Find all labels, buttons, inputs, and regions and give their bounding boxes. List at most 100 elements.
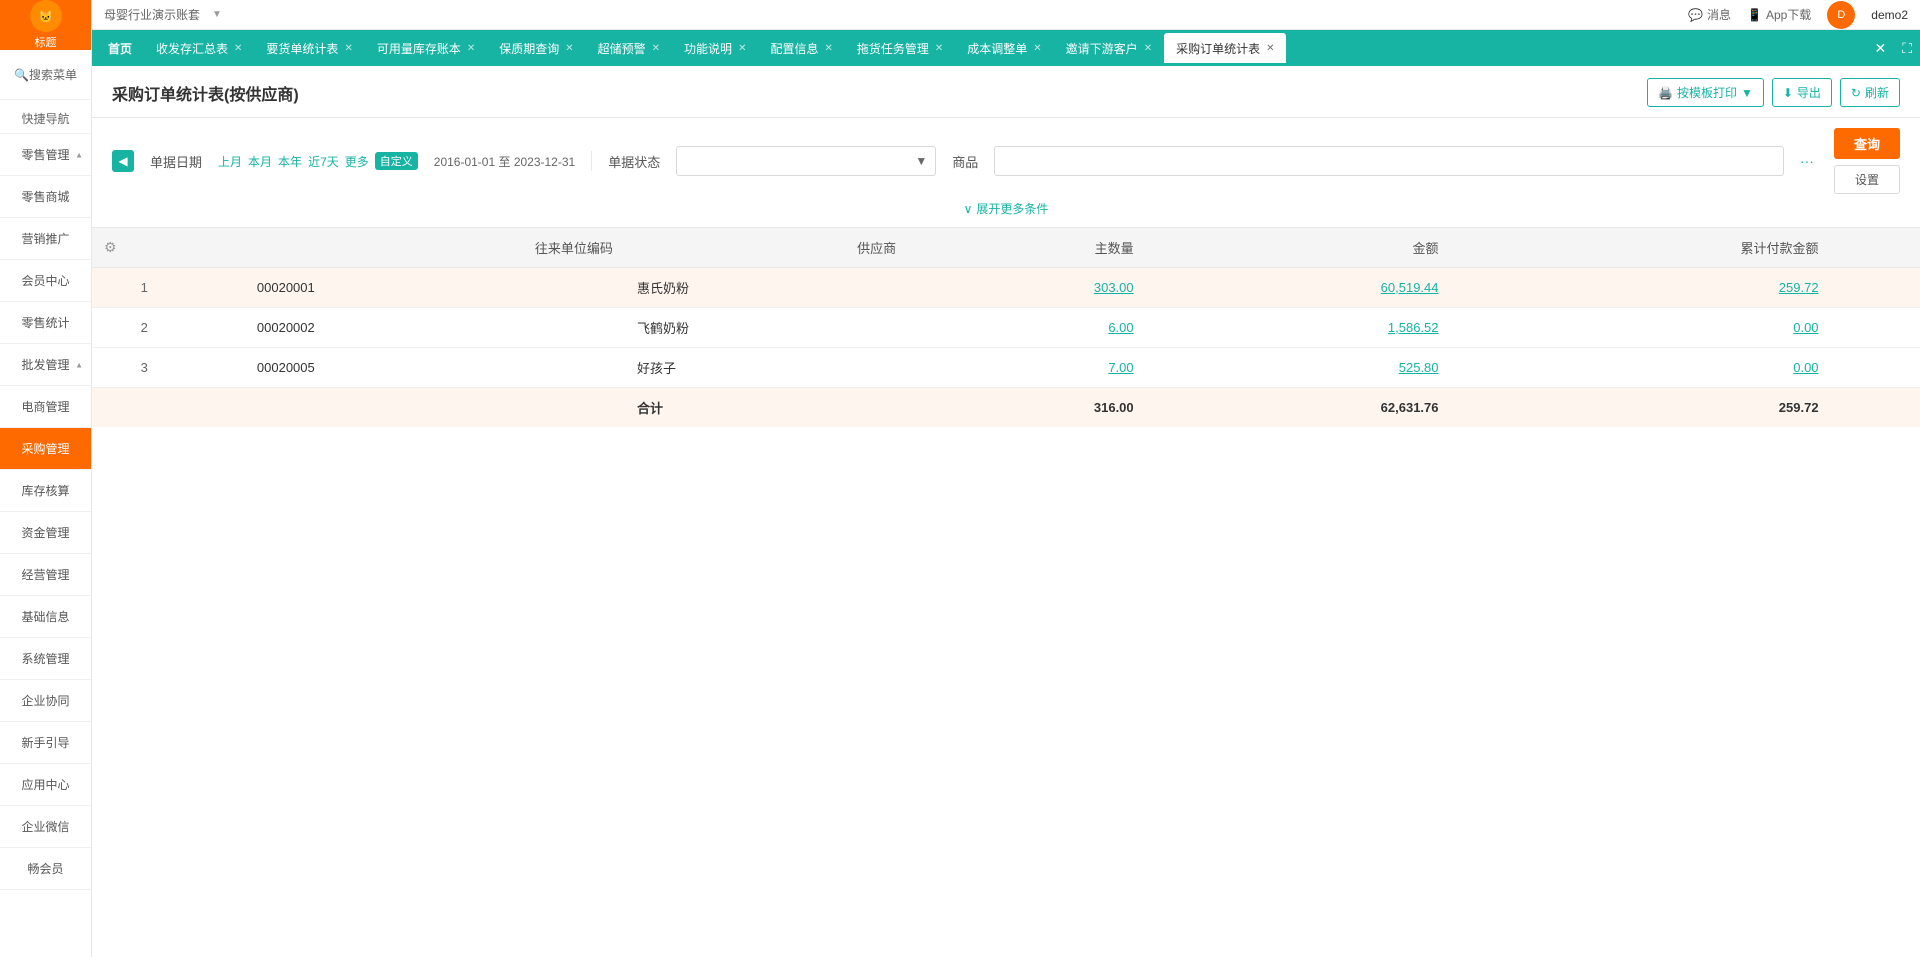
sidebar-item-label: 零售管理 — [21, 146, 69, 163]
tab-close-icon[interactable]: ✕ — [467, 43, 475, 54]
tab-maximize-btn[interactable]: ⛶ — [1898, 40, 1916, 57]
sidebar-item-lingshoudian[interactable]: 零售管理 — [0, 134, 91, 176]
more-filters-btn[interactable]: ··· — [1800, 153, 1814, 169]
date-range-display[interactable]: 2016-01-01 至 2023-12-31 — [434, 153, 575, 170]
sidebar-item-dianshang[interactable]: 电商管理 — [0, 386, 91, 428]
shortcut-this-month[interactable]: 本月 — [248, 153, 272, 170]
refresh-button[interactable]: ↻ 刷新 — [1840, 78, 1900, 107]
tab-yaohuodang[interactable]: 要货单统计表 ✕ — [254, 33, 364, 63]
user-name[interactable]: demo2 — [1871, 8, 1908, 22]
expand-down-icon: ∨ — [964, 202, 973, 216]
tab-close-icon[interactable]: ✕ — [1144, 43, 1152, 54]
sidebar-item-quicknav[interactable]: 快捷导航 — [0, 100, 91, 134]
tab-close-icon[interactable]: ✕ — [824, 43, 832, 54]
sidebar-item-qiyeweixin[interactable]: 企业微信 — [0, 806, 91, 848]
tab-chenbendiaozheng[interactable]: 成本调整单 ✕ — [955, 33, 1053, 63]
shortcut-this-year[interactable]: 本年 — [278, 153, 302, 170]
settings-button[interactable]: 设置 — [1834, 165, 1900, 194]
app-download-btn[interactable]: 📱 App下载 — [1747, 6, 1811, 23]
tab-close-icon[interactable]: ✕ — [738, 43, 746, 54]
sidebar-item-caigou[interactable]: 采购管理 — [0, 428, 91, 470]
refresh-icon: ↻ — [1851, 86, 1861, 100]
sidebar-item-yingyong[interactable]: 应用中心 — [0, 764, 91, 806]
filter-collapse-button[interactable]: ◀ — [112, 150, 134, 172]
tab-label: 拖货任务管理 — [857, 40, 929, 57]
sidebar-item-pifa[interactable]: 批发管理 — [0, 344, 91, 386]
sidebar-item-xitong[interactable]: 系统管理 — [0, 638, 91, 680]
industry-dropdown-icon[interactable]: ▼ — [212, 9, 222, 20]
row-quantity[interactable]: 7.00 — [908, 348, 1146, 388]
sidebar-item-huiyuan[interactable]: 会员中心 — [0, 260, 91, 302]
row-settings — [92, 348, 129, 388]
tab-caigouding[interactable]: 采购订单统计表 ✕ — [1164, 33, 1286, 63]
query-button[interactable]: 查询 — [1834, 128, 1900, 159]
expand-button[interactable]: ∨ 展开更多条件 — [964, 200, 1049, 217]
sidebar-item-lingtong[interactable]: 零售统计 — [0, 302, 91, 344]
row-supplier: 飞鹤奶粉 — [625, 308, 908, 348]
message-btn[interactable]: 💬 消息 — [1688, 6, 1731, 23]
tab-tuohuorenwu[interactable]: 拖货任务管理 ✕ — [845, 33, 955, 63]
sidebar: 🐱 标题 🔍 搜索菜单 快捷导航 零售管理 零售商城 营销推广 会员中心 零售统… — [0, 0, 92, 957]
tab-close-all-btn[interactable]: ✕ — [1870, 40, 1890, 57]
tab-keyongliang[interactable]: 可用量库存账本 ✕ — [365, 33, 487, 63]
export-icon: ⬇ — [1783, 86, 1793, 100]
row-supplier: 惠氏奶粉 — [625, 268, 908, 308]
tab-chaochuyujing[interactable]: 超储预警 ✕ — [586, 33, 672, 63]
row-amount[interactable]: 60,519.44 — [1146, 268, 1451, 308]
table-body: 1 00020001 惠氏奶粉 303.00 60,519.44 259.72 … — [92, 268, 1920, 388]
sidebar-item-jichu[interactable]: 基础信息 — [0, 596, 91, 638]
tab-close-icon[interactable]: ✕ — [234, 43, 242, 54]
sidebar-item-kucun[interactable]: 库存核算 — [0, 470, 91, 512]
sidebar-item-label: 经营管理 — [21, 566, 69, 583]
row-amount[interactable]: 1,586.52 — [1146, 308, 1451, 348]
print-button[interactable]: 🖨️ 按模板打印 ▼ — [1647, 78, 1764, 107]
row-quantity[interactable]: 303.00 — [908, 268, 1146, 308]
row-paid[interactable]: 0.00 — [1451, 348, 1831, 388]
sidebar-item-jingying[interactable]: 经营管理 — [0, 554, 91, 596]
export-button[interactable]: ⬇ 导出 — [1772, 78, 1832, 107]
tab-close-icon[interactable]: ✕ — [1266, 43, 1274, 54]
goods-filter-label: 商品 — [952, 152, 978, 171]
col-settings: ⚙ — [92, 228, 129, 268]
sidebar-item-search[interactable]: 🔍 搜索菜单 — [10, 58, 81, 91]
tab-peizhi[interactable]: 配置信息 ✕ — [758, 33, 844, 63]
tab-shoufahui[interactable]: 收发存汇总表 ✕ — [144, 33, 254, 63]
sidebar-item-xinshou[interactable]: 新手引导 — [0, 722, 91, 764]
shortcut-7days[interactable]: 近7天 — [308, 153, 339, 170]
tab-home[interactable]: 首页 — [96, 33, 144, 63]
sidebar-item-qiye[interactable]: 企业协同 — [0, 680, 91, 722]
table-header-row: ⚙ 往来单位编码 供应商 主数量 金额 累计付款金额 — [92, 228, 1920, 268]
phone-icon: 📱 — [1747, 8, 1762, 22]
avatar[interactable]: D — [1827, 1, 1855, 29]
logo-icon: 🐱 — [28, 0, 64, 32]
tab-close-icon[interactable]: ✕ — [935, 43, 943, 54]
row-paid[interactable]: 259.72 — [1451, 268, 1831, 308]
tab-close-icon[interactable]: ✕ — [652, 43, 660, 54]
tab-close-icon[interactable]: ✕ — [565, 43, 573, 54]
tab-close-icon[interactable]: ✕ — [344, 43, 352, 54]
tab-close-icon[interactable]: ✕ — [1033, 43, 1041, 54]
sidebar-item-changhui[interactable]: 畅会员 — [0, 848, 91, 890]
tab-gongnengshuo[interactable]: 功能说明 ✕ — [672, 33, 758, 63]
footer-label — [245, 388, 625, 428]
status-select[interactable]: ▼ — [676, 146, 936, 176]
filter-bar: ◀ 单据日期 上月 本月 本年 近7天 更多 自定义 2016-01-01 至 … — [92, 118, 1920, 228]
tab-baoyuanqi[interactable]: 保质期查询 ✕ — [487, 33, 585, 63]
sidebar-item-yingxiao[interactable]: 营销推广 — [0, 218, 91, 260]
app-label: App下载 — [1766, 6, 1811, 23]
row-quantity[interactable]: 6.00 — [908, 308, 1146, 348]
sidebar-item-lingshous[interactable]: 零售商城 — [0, 176, 91, 218]
tab-yaoqingxiayou[interactable]: 邀请下游客户 ✕ — [1054, 33, 1164, 63]
row-paid[interactable]: 0.00 — [1451, 308, 1831, 348]
shortcut-last-month[interactable]: 上月 — [218, 153, 242, 170]
date-filter-label: 单据日期 — [150, 152, 202, 171]
tab-label: 收发存汇总表 — [156, 40, 228, 57]
sidebar-item-label: 企业微信 — [21, 818, 69, 835]
industry-label: 母婴行业演示账套 — [104, 6, 200, 23]
footer-amount: 62,631.76 — [1146, 388, 1451, 428]
sidebar-item-zijin[interactable]: 资金管理 — [0, 512, 91, 554]
shortcut-more[interactable]: 更多 — [345, 153, 369, 170]
row-amount[interactable]: 525.80 — [1146, 348, 1451, 388]
column-settings-icon[interactable]: ⚙ — [104, 239, 117, 255]
goods-input[interactable] — [994, 146, 1784, 176]
